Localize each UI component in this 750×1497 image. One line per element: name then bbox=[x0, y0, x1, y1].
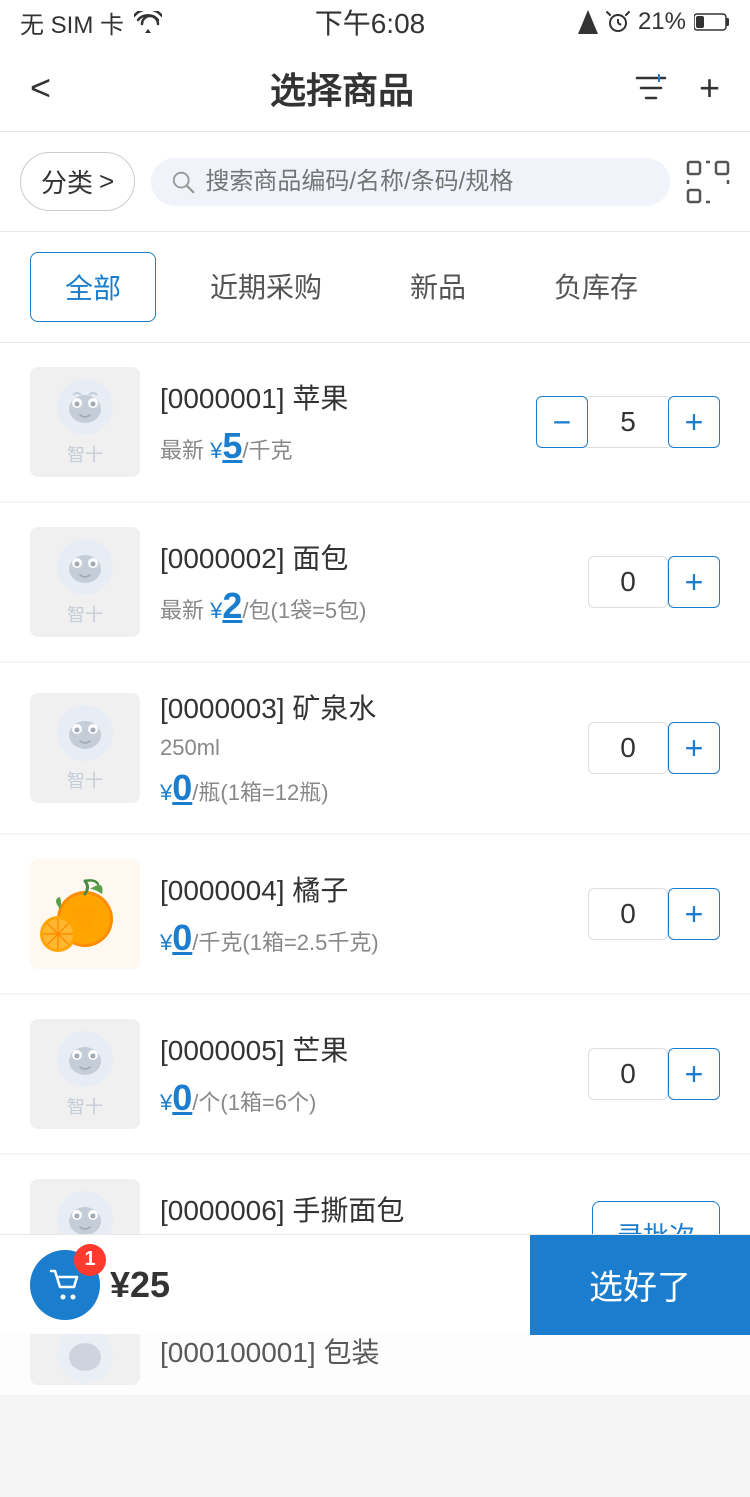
carrier-label: 无 SIM 卡 bbox=[20, 5, 124, 40]
wifi-icon bbox=[134, 11, 162, 33]
quantity-increase-button[interactable]: + bbox=[668, 888, 720, 940]
product-name: [0000004] 橘子 bbox=[160, 869, 568, 909]
product-info: [0000004] 橘子 ¥0/千克(1箱=2.5千克) bbox=[160, 869, 568, 959]
nav-right-actions: + bbox=[633, 67, 720, 109]
location-icon bbox=[578, 10, 598, 34]
product-info: [0000005] 芒果 ¥0/个(1箱=6个) bbox=[160, 1029, 568, 1119]
product-price: ¥0/瓶(1箱=12瓶) bbox=[160, 767, 568, 809]
cart-section: 1 ¥25 bbox=[0, 1250, 530, 1320]
quantity-input[interactable] bbox=[588, 888, 668, 940]
product-item: 智十 [0000005] 芒果 ¥0/个(1箱=6个) + bbox=[0, 995, 750, 1153]
tab-recent[interactable]: 近期采购 bbox=[176, 252, 356, 322]
category-chevron: > bbox=[99, 166, 114, 197]
product-item: 智十 [0000001] 苹果 最新 ¥5/千克 − + bbox=[0, 343, 750, 501]
product-info: [0000002] 面包 最新 ¥2/包(1袋=5包) bbox=[160, 537, 568, 627]
cart-total: ¥25 bbox=[110, 1264, 170, 1306]
quantity-control: − + bbox=[536, 396, 720, 448]
status-time: 下午6:08 bbox=[315, 2, 426, 42]
orange-image bbox=[30, 859, 140, 969]
product-thumbnail bbox=[30, 859, 140, 969]
product-item: [0000004] 橘子 ¥0/千克(1箱=2.5千克) + bbox=[0, 835, 750, 993]
search-icon bbox=[171, 169, 195, 195]
product-price: 最新 ¥5/千克 bbox=[160, 425, 516, 467]
product-name: [0000001] 苹果 bbox=[160, 377, 516, 417]
quantity-control: + bbox=[588, 888, 720, 940]
quantity-input[interactable] bbox=[588, 1048, 668, 1100]
filter-row: 分类 > bbox=[0, 132, 750, 232]
category-label: 分类 bbox=[41, 163, 93, 200]
quantity-increase-button[interactable]: + bbox=[668, 722, 720, 774]
scan-icon[interactable] bbox=[686, 160, 730, 204]
quantity-input[interactable] bbox=[588, 722, 668, 774]
product-name: [0000002] 面包 bbox=[160, 537, 568, 577]
battery-icon bbox=[694, 13, 730, 31]
product-thumbnail: 智十 bbox=[30, 367, 140, 477]
quantity-input[interactable] bbox=[588, 396, 668, 448]
product-item: 智十 [0000002] 面包 最新 ¥2/包(1袋=5包) + bbox=[0, 503, 750, 661]
category-button[interactable]: 分类 > bbox=[20, 152, 135, 211]
product-name: [0000005] 芒果 bbox=[160, 1029, 568, 1069]
filter-icon[interactable] bbox=[633, 70, 669, 106]
search-input[interactable] bbox=[205, 168, 650, 196]
confirm-button[interactable]: 选好了 bbox=[530, 1235, 750, 1335]
page-title: 选择商品 bbox=[270, 62, 414, 114]
product-thumbnail: 智十 bbox=[30, 1019, 140, 1129]
cart-badge: 1 bbox=[74, 1244, 106, 1276]
quantity-control: + bbox=[588, 722, 720, 774]
back-button[interactable]: < bbox=[30, 67, 51, 109]
nav-bar: < 选择商品 + bbox=[0, 44, 750, 132]
quantity-increase-button[interactable]: + bbox=[668, 396, 720, 448]
product-name: [0000003] 矿泉水 bbox=[160, 687, 568, 727]
status-bar: 无 SIM 卡 下午6:08 21% bbox=[0, 0, 750, 44]
tab-new[interactable]: 新品 bbox=[376, 252, 500, 322]
status-left: 无 SIM 卡 bbox=[20, 5, 162, 40]
quantity-control: + bbox=[588, 1048, 720, 1100]
tab-row: 全部 近期采购 新品 负库存 bbox=[0, 232, 750, 343]
cart-icon bbox=[47, 1267, 83, 1303]
bottom-bar: 1 ¥25 选好了 bbox=[0, 1234, 750, 1334]
product-spec: 250ml bbox=[160, 735, 568, 761]
product-info: [0000003] 矿泉水 250ml ¥0/瓶(1箱=12瓶) bbox=[160, 687, 568, 809]
add-button[interactable]: + bbox=[699, 67, 720, 109]
quantity-increase-button[interactable]: + bbox=[668, 1048, 720, 1100]
quantity-control: + bbox=[588, 556, 720, 608]
product-thumbnail bbox=[30, 1325, 140, 1385]
search-box[interactable] bbox=[151, 158, 670, 206]
product-info: [0000001] 苹果 最新 ¥5/千克 bbox=[160, 377, 516, 467]
product-price: ¥0/个(1箱=6个) bbox=[160, 1077, 568, 1119]
alarm-icon bbox=[606, 10, 630, 34]
tab-negative[interactable]: 负库存 bbox=[520, 252, 672, 322]
product-thumbnail: 智十 bbox=[30, 527, 140, 637]
quantity-decrease-button[interactable]: − bbox=[536, 396, 588, 448]
product-thumbnail: 智十 bbox=[30, 693, 140, 803]
status-right: 21% bbox=[578, 8, 730, 36]
quantity-input[interactable] bbox=[588, 556, 668, 608]
product-price: ¥0/千克(1箱=2.5千克) bbox=[160, 917, 568, 959]
product-name: [0000006] 手撕面包 bbox=[160, 1189, 572, 1229]
product-info: [000100001] 包装 bbox=[160, 1331, 720, 1379]
product-item: 智十 [0000003] 矿泉水 250ml ¥0/瓶(1箱=12瓶) + bbox=[0, 663, 750, 833]
product-price: 最新 ¥2/包(1袋=5包) bbox=[160, 585, 568, 627]
quantity-increase-button[interactable]: + bbox=[668, 556, 720, 608]
product-name: [000100001] 包装 bbox=[160, 1331, 720, 1371]
tab-all[interactable]: 全部 bbox=[30, 252, 156, 322]
battery-label: 21% bbox=[638, 8, 686, 36]
cart-icon-button[interactable]: 1 bbox=[30, 1250, 100, 1320]
